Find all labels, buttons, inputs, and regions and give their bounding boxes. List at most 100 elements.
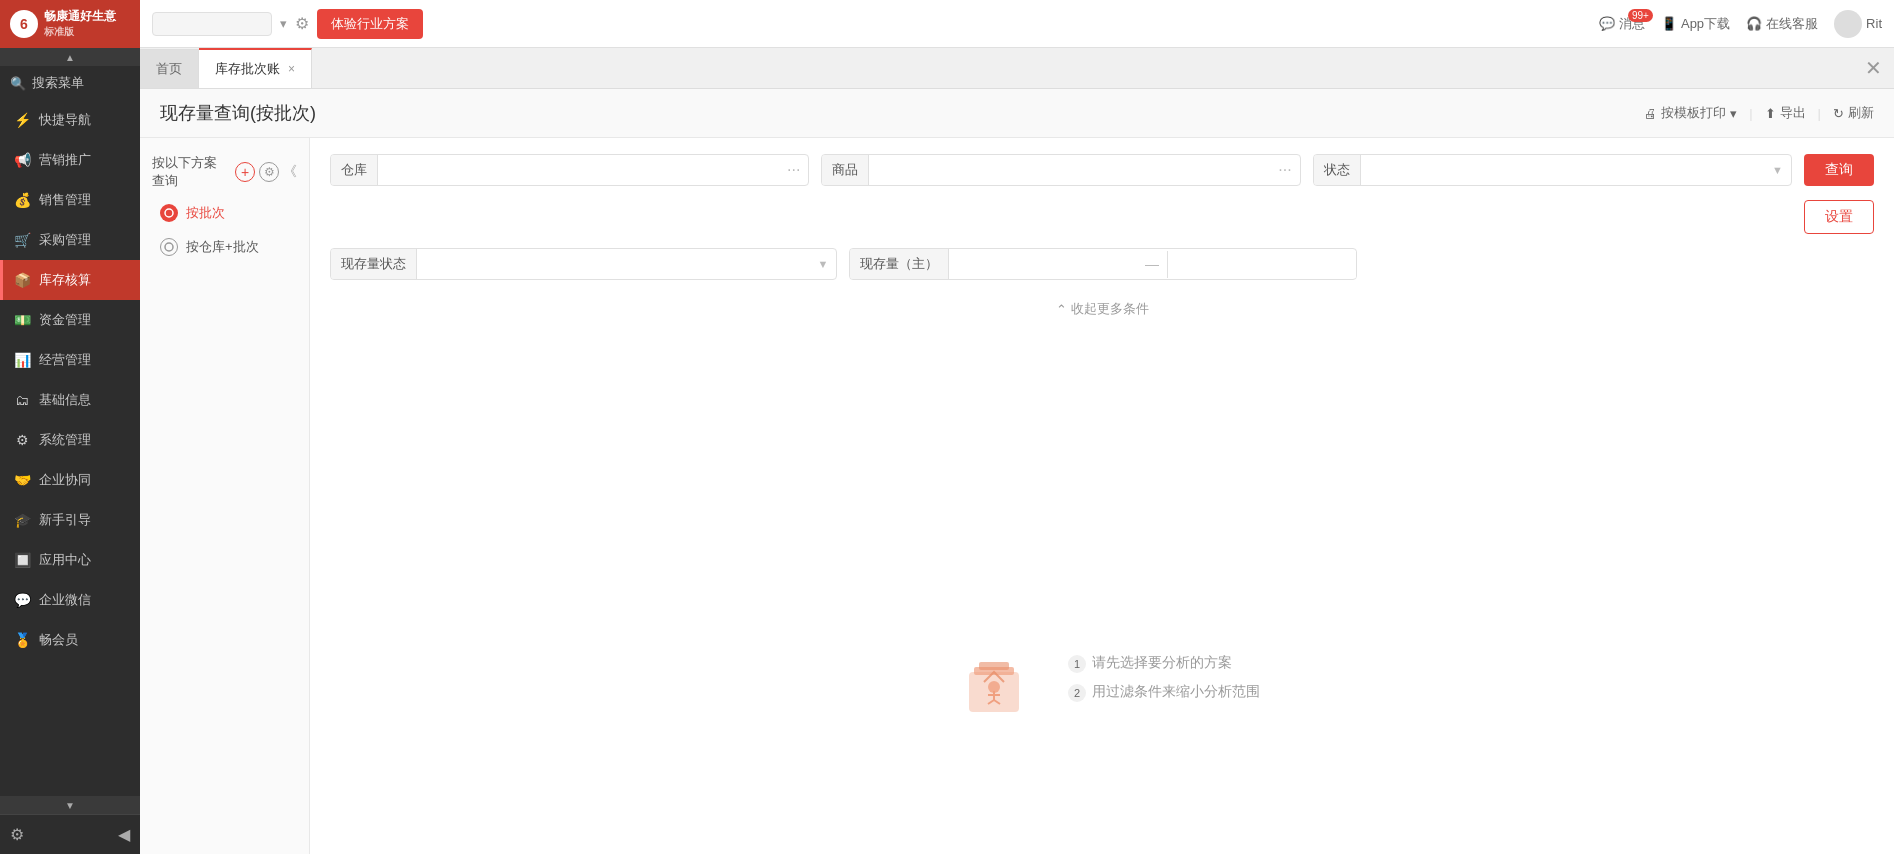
nav-icon-kucun: 📦 <box>13 271 31 289</box>
inventory-status-field: 现存量状态 ▼ <box>330 248 837 280</box>
empty-state: 1 请先选择要分析的方案 2 用过滤条件来缩小分析范围 <box>310 512 1894 854</box>
warehouse-input[interactable] <box>378 157 779 184</box>
online-service-label: 在线客服 <box>1766 15 1818 33</box>
sidebar-item-qiyeweixin[interactable]: 💬 企业微信 <box>0 580 140 620</box>
filter-sidebar-btns: + ⚙ 《 <box>235 162 297 182</box>
print-chevron-icon[interactable]: ▾ <box>1730 106 1737 121</box>
query-btn[interactable]: 查询 <box>1804 154 1874 186</box>
messages-btn[interactable]: 💬 消息 99+ <box>1599 15 1645 33</box>
filter-item-label-pici-cangku: 按仓库+批次 <box>186 238 259 256</box>
nav-label-kuaijie: 快捷导航 <box>39 111 91 129</box>
separator-1: | <box>1749 106 1752 121</box>
inventory-status-select[interactable]: ▼ <box>417 252 836 276</box>
separator-2: | <box>1818 106 1821 121</box>
page-title: 现存量查询(按批次) <box>160 101 316 125</box>
filter-settings-btn[interactable]: ⚙ <box>259 162 279 182</box>
trial-btn[interactable]: 体验行业方案 <box>317 9 423 39</box>
sidebar-item-kucun[interactable]: 📦 库存核算 <box>0 260 140 300</box>
status-select[interactable]: ▼ <box>1361 158 1791 182</box>
filter-item-pici[interactable]: 按批次 <box>140 196 309 230</box>
export-btn[interactable]: ⬆ 导出 <box>1765 104 1806 122</box>
topbar-chevron-icon[interactable]: ▾ <box>280 16 287 31</box>
topbar-left: ▾ ⚙ 体验行业方案 <box>152 9 1591 39</box>
sidebar-item-xiaoshou[interactable]: 💰 销售管理 <box>0 180 140 220</box>
print-btn[interactable]: 🖨 按模板打印 ▾ <box>1644 104 1737 122</box>
empty-step2: 2 用过滤条件来缩小分析范围 <box>1068 683 1260 702</box>
filter-sidebar-title: 按以下方案查询 <box>152 154 227 190</box>
filter-sidebar-collapse-btn[interactable]: 《 <box>283 163 297 181</box>
settings-btn[interactable]: 设置 <box>1804 200 1874 234</box>
sidebar-item-changhui[interactable]: 🏅 畅会员 <box>0 620 140 660</box>
sidebar-item-kuaijie[interactable]: ⚡ 快捷导航 <box>0 100 140 140</box>
page-header-actions: 🖨 按模板打印 ▾ | ⬆ 导出 | ↻ 刷新 <box>1644 104 1874 122</box>
tab-kucun-pici[interactable]: 库存批次账 × <box>199 48 312 88</box>
nav-icon-qiye: 🤝 <box>13 471 31 489</box>
nav-icon-yingxiao: 📢 <box>13 151 31 169</box>
page-close-btn[interactable]: ✕ <box>1865 58 1882 78</box>
filter-item-pici-cangku[interactable]: 按仓库+批次 <box>140 230 309 264</box>
product-input[interactable] <box>869 157 1270 184</box>
sidebar: 6 畅康通好生意 标准版 ▲ 🔍 搜索菜单 ⚡ 快捷导航 📢 营销推广 💰 销售… <box>0 0 140 854</box>
main-filter-wrapper: 仓库 ··· 商品 ··· 状态 <box>310 138 1894 854</box>
collapse-icon: ⌃ <box>1056 302 1067 317</box>
nav-label-kucun: 库存核算 <box>39 271 91 289</box>
filter-area: 按以下方案查询 + ⚙ 《 按批次 <box>140 138 1894 854</box>
search-icon: 🔍 <box>10 76 26 91</box>
sidebar-item-qiye[interactable]: 🤝 企业协同 <box>0 460 140 500</box>
sidebar-scroll-up[interactable]: ▲ <box>0 48 140 66</box>
step-num-1: 1 <box>1068 655 1086 673</box>
status-label: 状态 <box>1314 155 1361 185</box>
stock-field: 现存量（主） — <box>849 248 1356 280</box>
tab-home[interactable]: 首页 <box>140 49 199 88</box>
sidebar-item-yingxiao[interactable]: 📢 营销推广 <box>0 140 140 180</box>
nav-icon-caigou: 🛒 <box>13 231 31 249</box>
user-avatar <box>1834 10 1862 38</box>
collapse-sidebar-icon[interactable]: ◀ <box>118 825 130 844</box>
sidebar-item-jichu[interactable]: 🗂 基础信息 <box>0 380 140 420</box>
nav-label-jichu: 基础信息 <box>39 391 91 409</box>
stock-max-input[interactable] <box>1167 251 1356 278</box>
filter-sidebar-header-left: 按以下方案查询 <box>152 154 227 190</box>
product-more-btn[interactable]: ··· <box>1270 155 1299 185</box>
export-label: 导出 <box>1780 104 1806 122</box>
topbar-gear-icon[interactable]: ⚙ <box>295 14 309 33</box>
status-chevron-icon: ▼ <box>1772 164 1783 176</box>
nav-icon-changhui: 🏅 <box>13 631 31 649</box>
stock-min-input[interactable] <box>949 251 1137 278</box>
collapse-more-btn[interactable]: ⌃ 收起更多条件 <box>330 292 1874 326</box>
nav-label-jingying: 经营管理 <box>39 351 91 369</box>
topbar: ▾ ⚙ 体验行业方案 💬 消息 99+ 📱 App下载 🎧 在线客服 Rit <box>140 0 1894 48</box>
sidebar-item-jingying[interactable]: 📊 经营管理 <box>0 340 140 380</box>
search-menu-label: 搜索菜单 <box>32 74 84 92</box>
company-name: 畅康通好生意 <box>44 9 116 25</box>
settings-footer-icon[interactable]: ⚙ <box>10 825 24 844</box>
step-num-2: 2 <box>1068 684 1086 702</box>
filter-item-label-pici: 按批次 <box>186 204 225 222</box>
sidebar-search-item[interactable]: 🔍 搜索菜单 <box>0 66 140 100</box>
sidebar-item-caigou[interactable]: 🛒 采购管理 <box>0 220 140 260</box>
sidebar-item-yingyong[interactable]: 🔲 应用中心 <box>0 540 140 580</box>
circle-outline-icon <box>164 242 174 252</box>
svg-point-0 <box>165 209 173 217</box>
sidebar-item-xinshou[interactable]: 🎓 新手引导 <box>0 500 140 540</box>
nav-label-caigou: 采购管理 <box>39 231 91 249</box>
user-avatar-area[interactable]: Rit <box>1834 10 1882 38</box>
refresh-btn[interactable]: ↻ 刷新 <box>1833 104 1874 122</box>
tab-kucun-pici-label: 库存批次账 <box>215 60 280 78</box>
inventory-status-chevron-icon: ▼ <box>817 258 828 270</box>
tab-close-icon[interactable]: × <box>288 62 295 76</box>
svg-point-1 <box>165 243 173 251</box>
filter-add-btn[interactable]: + <box>235 162 255 182</box>
sidebar-item-xitong[interactable]: ⚙ 系统管理 <box>0 420 140 460</box>
circle-icon <box>164 208 174 218</box>
content-area: 现存量查询(按批次) 🖨 按模板打印 ▾ | ⬆ 导出 | ↻ 刷新 <box>140 89 1894 854</box>
refresh-label: 刷新 <box>1848 104 1874 122</box>
app-download-btn[interactable]: 📱 App下载 <box>1661 15 1730 33</box>
print-icon: 🖨 <box>1644 106 1657 121</box>
online-service-btn[interactable]: 🎧 在线客服 <box>1746 15 1818 33</box>
topbar-search-input[interactable] <box>152 12 272 36</box>
sidebar-scroll-down[interactable]: ▼ <box>0 796 140 814</box>
warehouse-more-btn[interactable]: ··· <box>779 155 808 185</box>
sidebar-item-zijin[interactable]: 💵 资金管理 <box>0 300 140 340</box>
nav-icon-qiyeweixin: 💬 <box>13 591 31 609</box>
